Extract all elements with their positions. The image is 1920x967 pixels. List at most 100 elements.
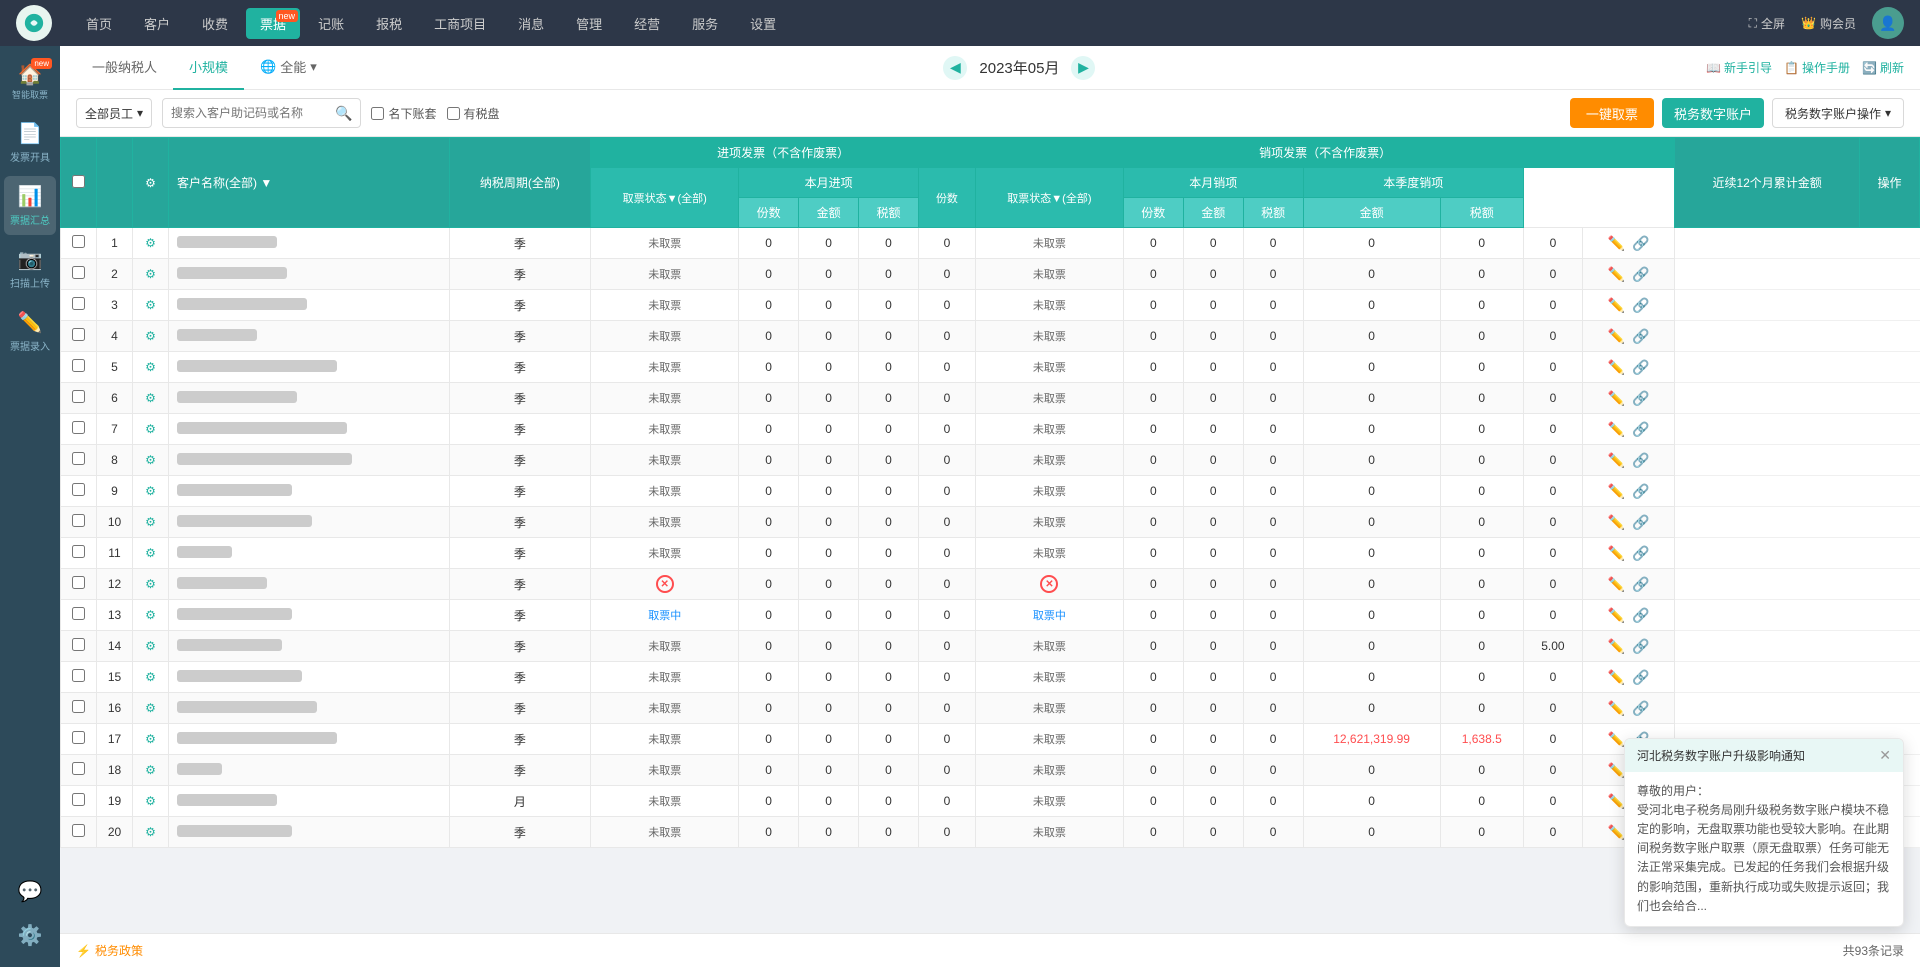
th-client-name[interactable]: 客户名称(全部) ▼	[169, 138, 450, 228]
edit-icon[interactable]: ✏️	[1608, 638, 1625, 654]
row-settings-icon[interactable]: ⚙	[145, 608, 156, 622]
row-income-status[interactable]: 未取票	[591, 259, 739, 290]
row-income-status[interactable]: 未取票	[591, 445, 739, 476]
row-settings[interactable]: ⚙	[133, 817, 169, 848]
row-income-status[interactable]: 未取票	[591, 507, 739, 538]
row-settings[interactable]: ⚙	[133, 569, 169, 600]
row-settings-icon[interactable]: ⚙	[145, 360, 156, 374]
row-sales-status[interactable]: 未取票	[975, 786, 1123, 817]
row-income-status[interactable]: 未取票	[591, 538, 739, 569]
nav-operation[interactable]: 经营	[620, 8, 674, 39]
sidebar-item-messages[interactable]: 💬	[4, 871, 56, 915]
employee-selector[interactable]: 全部员工 ▾	[76, 98, 152, 128]
row-settings-icon[interactable]: ⚙	[145, 422, 156, 436]
row-checkbox[interactable]	[72, 669, 85, 682]
row-settings-icon[interactable]: ⚙	[145, 701, 156, 715]
edit-icon[interactable]: ✏️	[1608, 793, 1625, 809]
row-settings-icon[interactable]: ⚙	[145, 546, 156, 560]
row-checkbox[interactable]	[72, 824, 85, 837]
nav-management[interactable]: 管理	[562, 8, 616, 39]
row-settings[interactable]: ⚙	[133, 724, 169, 755]
sidebar-item-smart-ticket[interactable]: 🏠 智能取票 new	[4, 54, 56, 109]
edit-icon[interactable]: ✏️	[1608, 669, 1625, 685]
guide-link[interactable]: 📖 新手引导	[1706, 59, 1772, 76]
row-checkbox[interactable]	[72, 235, 85, 248]
account-filter-checkbox[interactable]	[371, 107, 384, 120]
row-settings[interactable]: ⚙	[133, 290, 169, 321]
row-settings[interactable]: ⚙	[133, 662, 169, 693]
row-sales-status[interactable]: 未取票	[975, 352, 1123, 383]
manual-link[interactable]: 📋 操作手册	[1784, 59, 1850, 76]
row-sales-status[interactable]: 未取票	[975, 507, 1123, 538]
select-all-checkbox[interactable]	[72, 175, 85, 188]
row-settings-icon[interactable]: ⚙	[145, 515, 156, 529]
row-sales-status[interactable]: 未取票	[975, 662, 1123, 693]
row-settings[interactable]: ⚙	[133, 445, 169, 476]
nav-invoices[interactable]: 票据 new	[246, 8, 300, 39]
tab-all-types[interactable]: 🌐 全能 ▾	[244, 46, 333, 90]
row-income-status[interactable]: 未取票	[591, 352, 739, 383]
row-checkbox[interactable]	[72, 483, 85, 496]
th-income-status[interactable]: 取票状态▼(全部)	[591, 168, 739, 228]
nav-settings[interactable]: 设置	[736, 8, 790, 39]
nav-message[interactable]: 消息	[504, 8, 558, 39]
tax-policy-link[interactable]: ⚡ 税务政策	[76, 942, 143, 959]
digital-account-ops-button[interactable]: 税务数字账户操作 ▾	[1772, 98, 1904, 128]
account-filter-label[interactable]: 名下账套	[371, 105, 436, 122]
edit-icon[interactable]: ✏️	[1608, 545, 1625, 561]
edit-icon[interactable]: ✏️	[1608, 421, 1625, 437]
row-settings[interactable]: ⚙	[133, 228, 169, 259]
row-income-status[interactable]: 未取票	[591, 755, 739, 786]
edit-icon[interactable]: ✏️	[1608, 328, 1625, 344]
edit-icon[interactable]: ✏️	[1608, 824, 1625, 840]
row-income-status[interactable]: 未取票	[591, 383, 739, 414]
12month-link[interactable]: 5.00	[1541, 639, 1564, 653]
one-click-fetch-button[interactable]: 一键取票	[1570, 98, 1654, 128]
row-settings[interactable]: ⚙	[133, 786, 169, 817]
row-income-status[interactable]: 未取票	[591, 414, 739, 445]
row-settings[interactable]: ⚙	[133, 383, 169, 414]
row-checkbox[interactable]	[72, 390, 85, 403]
row-settings-icon[interactable]: ⚙	[145, 639, 156, 653]
view-icon[interactable]: 🔗	[1632, 514, 1649, 530]
view-icon[interactable]: 🔗	[1632, 700, 1649, 716]
row-income-status[interactable]: 未取票	[591, 786, 739, 817]
row-sales-status[interactable]: 未取票	[975, 538, 1123, 569]
row-income-status[interactable]: 未取票	[591, 290, 739, 321]
row-sales-status[interactable]: 未取票	[975, 321, 1123, 352]
edit-icon[interactable]: ✏️	[1608, 359, 1625, 375]
nav-service[interactable]: 服务	[678, 8, 732, 39]
view-icon[interactable]: 🔗	[1632, 328, 1649, 344]
row-sales-status[interactable]: 未取票	[975, 817, 1123, 848]
row-checkbox[interactable]	[72, 762, 85, 775]
edit-icon[interactable]: ✏️	[1608, 607, 1625, 623]
edit-icon[interactable]: ✏️	[1608, 514, 1625, 530]
row-income-status[interactable]: 未取票	[591, 724, 739, 755]
row-sales-status[interactable]: 未取票	[975, 290, 1123, 321]
row-income-status[interactable]: 取票中	[591, 600, 739, 631]
sidebar-item-config[interactable]: ⚙️	[4, 915, 56, 959]
search-input[interactable]	[171, 106, 331, 120]
user-avatar[interactable]: 👤	[1872, 7, 1904, 39]
sidebar-item-invoice-entry[interactable]: ✏️ 票据录入	[4, 302, 56, 361]
row-settings-icon[interactable]: ⚙	[145, 577, 156, 591]
sidebar-item-invoice-open[interactable]: 📄 发票开具	[4, 113, 56, 172]
row-sales-status[interactable]: 未取票	[975, 445, 1123, 476]
row-income-status[interactable]: 未取票	[591, 476, 739, 507]
row-sales-status[interactable]: 未取票	[975, 414, 1123, 445]
row-settings[interactable]: ⚙	[133, 476, 169, 507]
edit-icon[interactable]: ✏️	[1608, 235, 1625, 251]
tab-small-scale[interactable]: 小规模	[173, 46, 244, 90]
nav-billing[interactable]: 收费	[188, 8, 242, 39]
period-next-btn[interactable]: ▶	[1071, 56, 1095, 80]
edit-icon[interactable]: ✏️	[1608, 390, 1625, 406]
nav-home[interactable]: 首页	[72, 8, 126, 39]
row-settings-icon[interactable]: ⚙	[145, 453, 156, 467]
edit-icon[interactable]: ✏️	[1608, 452, 1625, 468]
row-settings-icon[interactable]: ⚙	[145, 732, 156, 746]
row-settings[interactable]: ⚙	[133, 507, 169, 538]
view-icon[interactable]: 🔗	[1632, 266, 1649, 282]
row-income-status[interactable]: 未取票	[591, 817, 739, 848]
th-sales-status[interactable]: 取票状态▼(全部)	[975, 168, 1123, 228]
view-icon[interactable]: 🔗	[1632, 545, 1649, 561]
